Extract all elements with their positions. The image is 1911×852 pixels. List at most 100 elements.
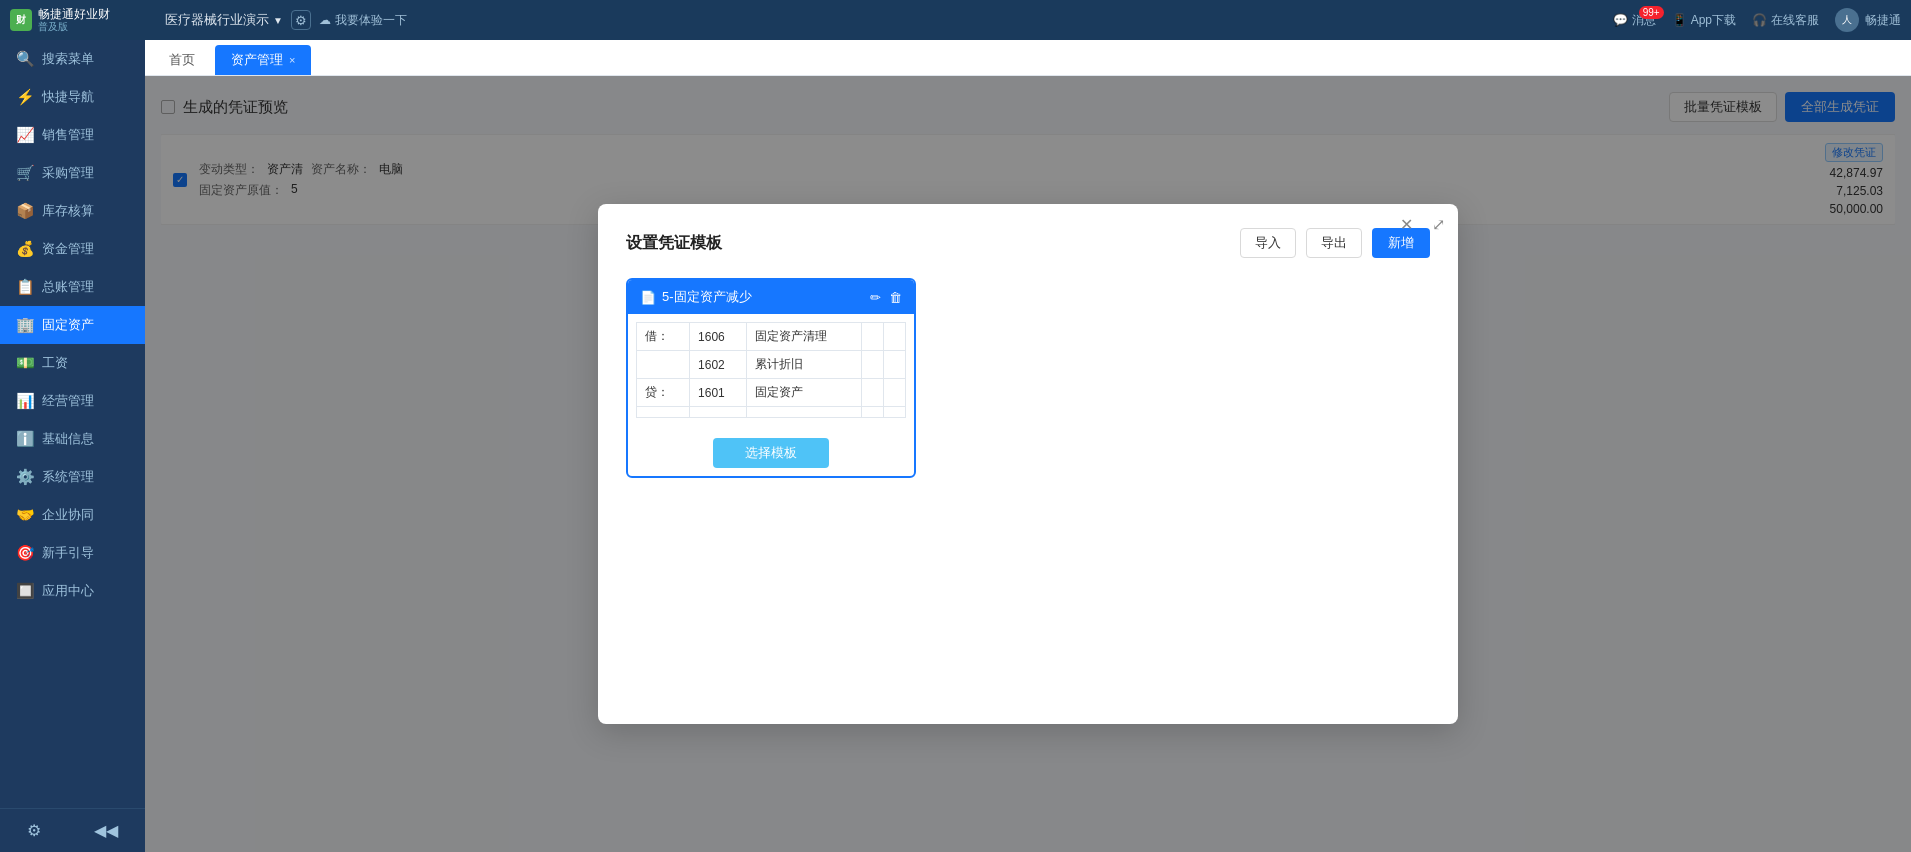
sidebar-collapse-icon[interactable]: ◀◀ bbox=[90, 817, 122, 844]
entry-code-1: 1602 bbox=[690, 351, 747, 379]
entry-code-0: 1606 bbox=[690, 323, 747, 351]
window-controls: ✕ ⤢ bbox=[1394, 212, 1450, 236]
sidebar-settings-icon[interactable]: ⚙ bbox=[23, 817, 45, 844]
sidebar: 🔍 搜索菜单 ⚡ 快捷导航 📈 销售管理 🛒 采购管理 📦 库存核算 💰 资金管… bbox=[0, 40, 145, 852]
sidebar-item-capital[interactable]: 💰 资金管理 bbox=[0, 230, 145, 268]
sidebar-label: 应用中心 bbox=[42, 582, 94, 600]
tab-home-label: 首页 bbox=[169, 51, 195, 69]
template-card-body: 借： 1606 固定资产清理 1602 累计折旧 bbox=[628, 314, 914, 426]
modal-title: 设置凭证模板 bbox=[626, 233, 722, 254]
sidebar-label: 快捷导航 bbox=[42, 88, 94, 106]
app-center-icon: 🔲 bbox=[16, 582, 34, 600]
sidebar-item-enterprise[interactable]: 🤝 企业协同 bbox=[0, 496, 145, 534]
app-download-button[interactable]: 📱 App下载 bbox=[1672, 12, 1736, 29]
template-entry-row bbox=[637, 407, 906, 418]
template-card-header: 📄 5-固定资产减少 ✏ 🗑 bbox=[628, 280, 914, 314]
sidebar-label: 经营管理 bbox=[42, 392, 94, 410]
entry-debit-0 bbox=[861, 323, 883, 351]
template-edit-icon[interactable]: ✏ bbox=[870, 290, 881, 305]
export-button[interactable]: 导出 bbox=[1306, 228, 1362, 258]
company-name: 医疗器械行业演示 bbox=[165, 11, 269, 29]
entry-direction-2: 贷： bbox=[637, 379, 690, 407]
logo-line2: 普及版 bbox=[38, 21, 110, 33]
entry-subject-2: 固定资产 bbox=[746, 379, 861, 407]
sidebar-item-inventory[interactable]: 📦 库存核算 bbox=[0, 192, 145, 230]
settings-icon[interactable]: ⚙ bbox=[291, 10, 311, 30]
sidebar-label: 基础信息 bbox=[42, 430, 94, 448]
capital-icon: 💰 bbox=[16, 240, 34, 258]
sidebar-item-purchase[interactable]: 🛒 采购管理 bbox=[0, 154, 145, 192]
app-download-label: App下载 bbox=[1691, 12, 1736, 29]
sidebar-label: 搜索菜单 bbox=[42, 50, 94, 68]
modal-set-voucher-template: ✕ ⤢ 设置凭证模板 导入 导出 新增 📄 bbox=[598, 204, 1458, 724]
sidebar-item-operations[interactable]: 📊 经营管理 bbox=[0, 382, 145, 420]
topbar-right: 💬 消息 99+ 📱 App下载 🎧 在线客服 人 畅捷通 bbox=[1613, 8, 1901, 32]
sidebar-label: 采购管理 bbox=[42, 164, 94, 182]
template-header-actions: ✏ 🗑 bbox=[870, 290, 902, 305]
experience-icon: ☁ bbox=[319, 13, 331, 27]
fixed-assets-icon: 🏢 bbox=[16, 316, 34, 334]
logo-icon: 财 bbox=[10, 9, 32, 31]
entry-credit-2 bbox=[883, 379, 905, 407]
topbar: 财 畅捷通好业财 普及版 医疗器械行业演示 ▼ ⚙ ☁ 我要体验一下 💬 消息 … bbox=[0, 0, 1911, 40]
sidebar-item-ledger[interactable]: 📋 总账管理 bbox=[0, 268, 145, 306]
experience-link[interactable]: ☁ 我要体验一下 bbox=[319, 12, 407, 29]
company-selector[interactable]: 医疗器械行业演示 ▼ bbox=[165, 11, 283, 29]
select-template-button[interactable]: 选择模板 bbox=[713, 438, 829, 468]
sidebar-item-guide[interactable]: 🎯 新手引导 bbox=[0, 534, 145, 572]
sidebar-item-sales[interactable]: 📈 销售管理 bbox=[0, 116, 145, 154]
template-entry-row: 借： 1606 固定资产清理 bbox=[637, 323, 906, 351]
user-menu[interactable]: 人 畅捷通 bbox=[1835, 8, 1901, 32]
sidebar-item-system[interactable]: ⚙️ 系统管理 bbox=[0, 458, 145, 496]
sidebar-label: 总账管理 bbox=[42, 278, 94, 296]
tab-asset-mgmt[interactable]: 资产管理 × bbox=[215, 45, 311, 75]
sidebar-item-fixed-assets[interactable]: 🏢 固定资产 bbox=[0, 306, 145, 344]
sidebar-item-quick-nav[interactable]: ⚡ 快捷导航 bbox=[0, 78, 145, 116]
template-number: 5 bbox=[662, 289, 669, 304]
entry-direction-1 bbox=[637, 351, 690, 379]
sidebar-label: 新手引导 bbox=[42, 544, 94, 562]
content-area: 生成的凭证预览 批量凭证模板 全部生成凭证 ✓ 变动类型： 资产清 资产名称： bbox=[145, 76, 1911, 852]
download-icon: 📱 bbox=[1672, 13, 1687, 27]
sidebar-label: 企业协同 bbox=[42, 506, 94, 524]
sidebar-item-app-center[interactable]: 🔲 应用中心 bbox=[0, 572, 145, 610]
entry-direction-3 bbox=[637, 407, 690, 418]
entry-subject-1: 累计折旧 bbox=[746, 351, 861, 379]
tab-close-icon[interactable]: × bbox=[289, 54, 295, 66]
topbar-center: 医疗器械行业演示 ▼ ⚙ ☁ 我要体验一下 bbox=[155, 10, 1613, 30]
main-area: 首页 资产管理 × 生成的凭证预览 批量凭证模板 全部生成凭证 ✓ bbox=[145, 40, 1911, 852]
modal-maximize-button[interactable]: ⤢ bbox=[1426, 212, 1450, 236]
import-button[interactable]: 导入 bbox=[1240, 228, 1296, 258]
entry-code-2: 1601 bbox=[690, 379, 747, 407]
sidebar-label: 库存核算 bbox=[42, 202, 94, 220]
sidebar-label: 销售管理 bbox=[42, 126, 94, 144]
purchase-icon: 🛒 bbox=[16, 164, 34, 182]
sidebar-item-search-menu[interactable]: 🔍 搜索菜单 bbox=[0, 40, 145, 78]
system-icon: ⚙️ bbox=[16, 468, 34, 486]
experience-text: 我要体验一下 bbox=[335, 12, 407, 29]
sidebar-scroll: 🔍 搜索菜单 ⚡ 快捷导航 📈 销售管理 🛒 采购管理 📦 库存核算 💰 资金管… bbox=[0, 40, 145, 808]
template-delete-icon[interactable]: 🗑 bbox=[889, 290, 902, 305]
template-entries-table: 借： 1606 固定资产清理 1602 累计折旧 bbox=[636, 322, 906, 418]
modal-close-button[interactable]: ✕ bbox=[1394, 212, 1418, 236]
message-button[interactable]: 💬 消息 99+ bbox=[1613, 12, 1656, 29]
sidebar-item-basic-info[interactable]: ℹ️ 基础信息 bbox=[0, 420, 145, 458]
guide-icon: 🎯 bbox=[16, 544, 34, 562]
entry-subject-3 bbox=[746, 407, 861, 418]
entry-debit-1 bbox=[861, 351, 883, 379]
entry-subject-0: 固定资产清理 bbox=[746, 323, 861, 351]
inventory-icon: 📦 bbox=[16, 202, 34, 220]
payroll-icon: 💵 bbox=[16, 354, 34, 372]
entry-debit-3 bbox=[861, 407, 883, 418]
modal-overlay: ✕ ⤢ 设置凭证模板 导入 导出 新增 📄 bbox=[145, 76, 1911, 852]
sidebar-item-payroll[interactable]: 💵 工资 bbox=[0, 344, 145, 382]
template-name: 固定资产减少 bbox=[674, 289, 752, 304]
entry-code-3 bbox=[690, 407, 747, 418]
template-entry-row: 贷： 1601 固定资产 bbox=[637, 379, 906, 407]
template-card-footer: 选择模板 bbox=[628, 426, 914, 476]
tab-home[interactable]: 首页 bbox=[153, 45, 211, 75]
entry-direction-0: 借： bbox=[637, 323, 690, 351]
template-header-left: 📄 5-固定资产减少 bbox=[640, 288, 752, 306]
template-doc-icon: 📄 bbox=[640, 290, 656, 305]
customer-service-button[interactable]: 🎧 在线客服 bbox=[1752, 12, 1819, 29]
